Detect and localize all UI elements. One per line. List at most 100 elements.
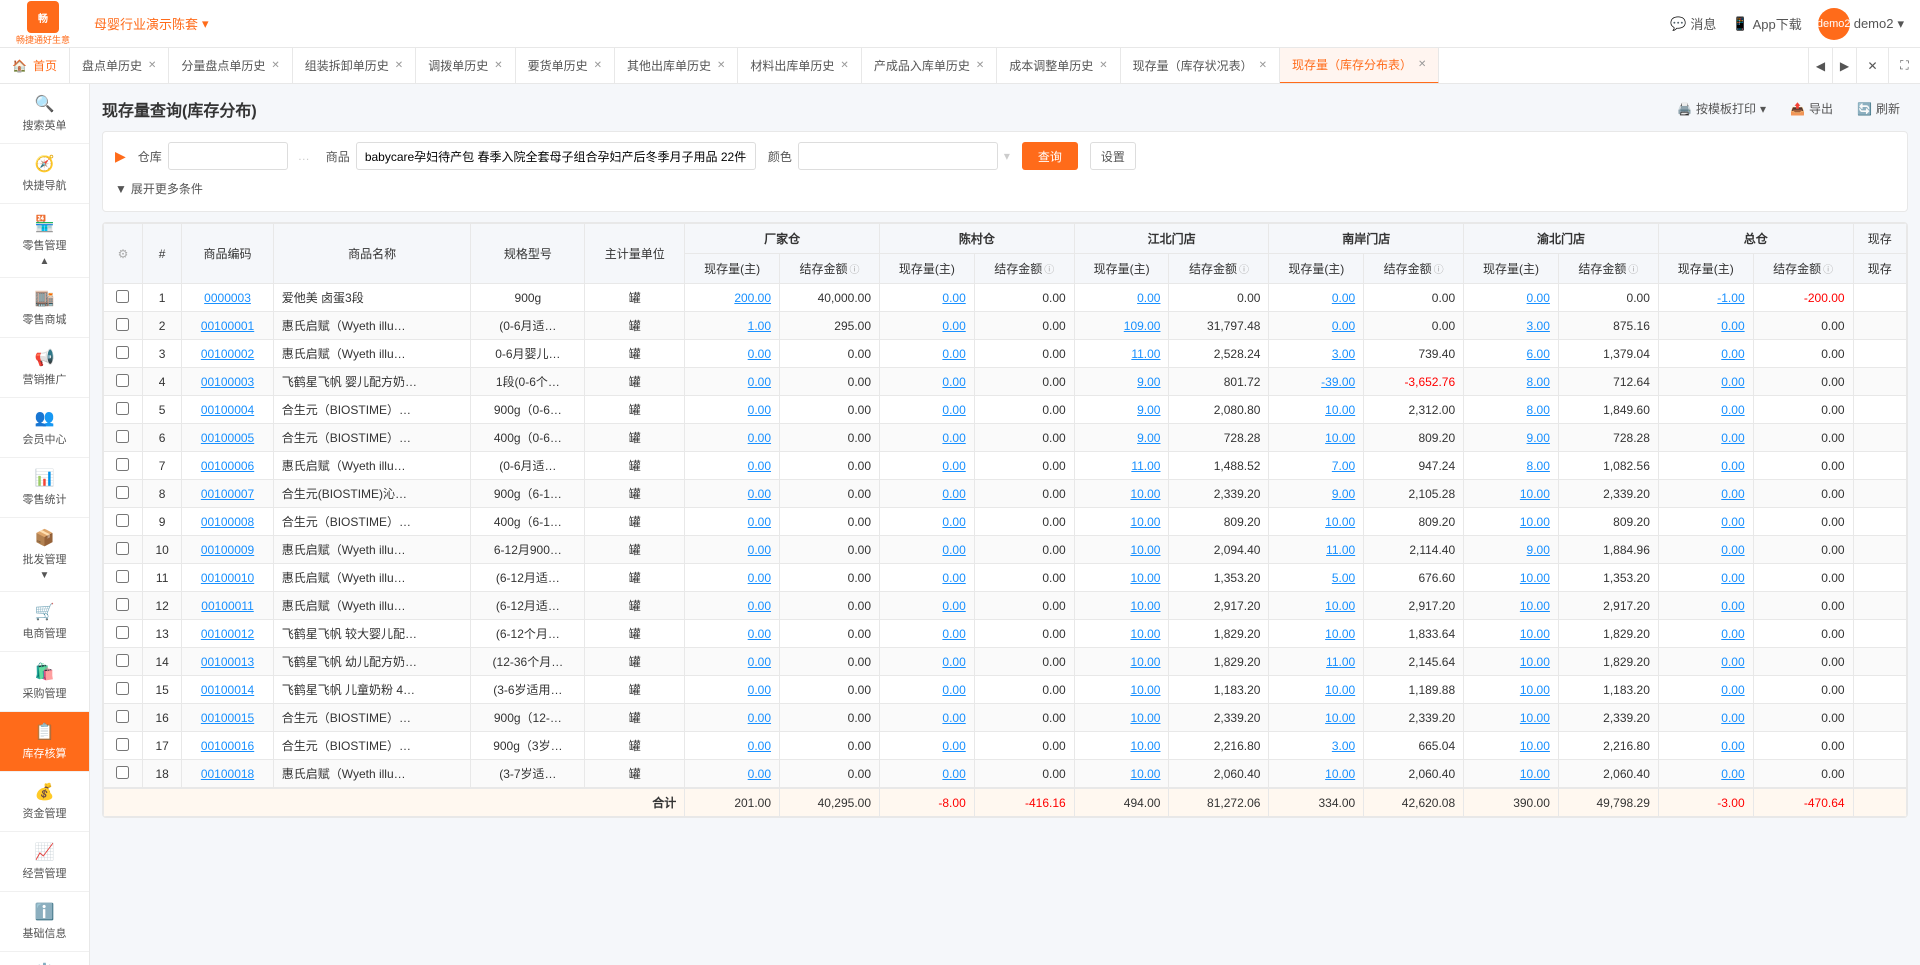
row-code[interactable]: 00100016 — [182, 732, 273, 760]
row-checkbox[interactable] — [104, 648, 143, 676]
row-f-qty[interactable]: 0.00 — [685, 396, 780, 424]
tab-close-1[interactable]: ✕ — [148, 60, 156, 71]
row-jb-qty[interactable]: 10.00 — [1074, 480, 1169, 508]
row-f-qty[interactable]: 0.00 — [685, 536, 780, 564]
row-f-qty[interactable]: 200.00 — [685, 284, 780, 312]
sidebar-item-ecommerce[interactable]: 🛒 电商管理 — [0, 592, 89, 652]
tab-11[interactable]: 现存量（库存分布表） ✕ — [1280, 48, 1439, 84]
row-c-qty[interactable]: 0.00 — [880, 620, 975, 648]
sidebar-item-retail-shop[interactable]: 🏬 零售商城 — [0, 278, 89, 338]
row-na-qty[interactable]: 10.00 — [1269, 676, 1364, 704]
row-code[interactable]: 00100013 — [182, 648, 273, 676]
row-jb-qty[interactable]: 9.00 — [1074, 396, 1169, 424]
row-f-qty[interactable]: 1.00 — [685, 312, 780, 340]
filter-expand-btn[interactable]: ▼ 展开更多条件 — [115, 176, 1895, 201]
row-c-qty[interactable]: 0.00 — [880, 312, 975, 340]
sidebar-item-members[interactable]: 👥 会员中心 — [0, 398, 89, 458]
row-yb-qty[interactable]: 9.00 — [1464, 536, 1559, 564]
row-code[interactable]: 00100004 — [182, 396, 273, 424]
row-f-qty[interactable]: 0.00 — [685, 760, 780, 789]
sidebar-item-management[interactable]: 📈 经营管理 — [0, 832, 89, 892]
sidebar-item-quicknav[interactable]: 🧭 快捷导航 — [0, 144, 89, 204]
row-code[interactable]: 00100003 — [182, 368, 273, 396]
tab-4[interactable]: 调拨单历史 ✕ — [416, 48, 515, 84]
sidebar-item-finance[interactable]: 💰 资金管理 — [0, 772, 89, 832]
row-na-qty[interactable]: 0.00 — [1269, 312, 1364, 340]
tab-close-6[interactable]: ✕ — [717, 60, 725, 71]
row-yb-qty[interactable]: 10.00 — [1464, 620, 1559, 648]
tab-close-9[interactable]: ✕ — [1099, 60, 1107, 71]
row-t-qty[interactable]: 0.00 — [1658, 312, 1753, 340]
tab-close-7[interactable]: ✕ — [840, 60, 848, 71]
row-t-qty[interactable]: 0.00 — [1658, 480, 1753, 508]
row-checkbox[interactable] — [104, 368, 143, 396]
logo[interactable]: 畅 畅捷通好生意 — [16, 1, 70, 46]
row-f-qty[interactable]: 0.00 — [685, 676, 780, 704]
row-na-qty[interactable]: -39.00 — [1269, 368, 1364, 396]
row-checkbox[interactable] — [104, 592, 143, 620]
row-c-qty[interactable]: 0.00 — [880, 508, 975, 536]
na-amt-info-icon[interactable]: ⓘ — [1434, 265, 1444, 276]
tab-8[interactable]: 产成品入库单历史 ✕ — [862, 48, 997, 84]
tab-close-8[interactable]: ✕ — [976, 60, 984, 71]
row-f-qty[interactable]: 0.00 — [685, 424, 780, 452]
app-download-btn[interactable]: 📱 App下载 — [1732, 14, 1801, 33]
tab-6[interactable]: 其他出库单历史 ✕ — [615, 48, 738, 84]
row-c-qty[interactable]: 0.00 — [880, 284, 975, 312]
row-t-qty[interactable]: 0.00 — [1658, 508, 1753, 536]
row-f-qty[interactable]: 0.00 — [685, 340, 780, 368]
user-menu[interactable]: demo2 demo2 ▾ — [1818, 8, 1904, 40]
tab-5[interactable]: 要货单历史 ✕ — [516, 48, 615, 84]
row-jb-qty[interactable]: 10.00 — [1074, 564, 1169, 592]
row-na-qty[interactable]: 10.00 — [1269, 704, 1364, 732]
row-c-qty[interactable]: 0.00 — [880, 676, 975, 704]
yb-amt-info-icon[interactable]: ⓘ — [1628, 265, 1638, 276]
tab-close-4[interactable]: ✕ — [494, 60, 502, 71]
row-yb-qty[interactable]: 3.00 — [1464, 312, 1559, 340]
row-t-qty[interactable]: 0.00 — [1658, 536, 1753, 564]
row-code[interactable]: 00100001 — [182, 312, 273, 340]
row-jb-qty[interactable]: 10.00 — [1074, 620, 1169, 648]
row-t-qty[interactable]: 0.00 — [1658, 564, 1753, 592]
color-input[interactable] — [798, 142, 998, 170]
row-yb-qty[interactable]: 6.00 — [1464, 340, 1559, 368]
row-code[interactable]: 00100008 — [182, 508, 273, 536]
row-jb-qty[interactable]: 10.00 — [1074, 508, 1169, 536]
row-yb-qty[interactable]: 8.00 — [1464, 368, 1559, 396]
row-c-qty[interactable]: 0.00 — [880, 396, 975, 424]
c-amt-info-icon[interactable]: ⓘ — [1044, 265, 1054, 276]
row-t-qty[interactable]: 0.00 — [1658, 732, 1753, 760]
row-na-qty[interactable]: 10.00 — [1269, 760, 1364, 789]
row-c-qty[interactable]: 0.00 — [880, 732, 975, 760]
sidebar-item-inventory[interactable]: 📋 库存核算 — [0, 712, 89, 772]
row-f-qty[interactable]: 0.00 — [685, 368, 780, 396]
print-btn[interactable]: 🖨️ 按模板打印 ▾ — [1669, 96, 1774, 121]
row-code[interactable]: 00100015 — [182, 704, 273, 732]
row-c-qty[interactable]: 0.00 — [880, 452, 975, 480]
jb-amt-info-icon[interactable]: ⓘ — [1239, 265, 1249, 276]
sidebar-item-retail-stats[interactable]: 📊 零售统计 — [0, 458, 89, 518]
row-code[interactable]: 0000003 — [182, 284, 273, 312]
row-yb-qty[interactable]: 10.00 — [1464, 508, 1559, 536]
row-na-qty[interactable]: 11.00 — [1269, 648, 1364, 676]
row-t-qty[interactable]: 0.00 — [1658, 368, 1753, 396]
row-f-qty[interactable]: 0.00 — [685, 732, 780, 760]
setting-btn[interactable]: 设置 — [1090, 142, 1136, 170]
search-btn[interactable]: 查询 — [1022, 142, 1078, 170]
row-checkbox[interactable] — [104, 732, 143, 760]
nav-next-btn[interactable]: ▶ — [1832, 48, 1856, 84]
row-jb-qty[interactable]: 10.00 — [1074, 732, 1169, 760]
row-checkbox[interactable] — [104, 424, 143, 452]
row-f-qty[interactable]: 0.00 — [685, 508, 780, 536]
row-code[interactable]: 00100010 — [182, 564, 273, 592]
row-f-qty[interactable]: 0.00 — [685, 564, 780, 592]
industry-selector[interactable]: 母婴行业演示陈套 ▾ — [94, 14, 209, 33]
tab-close-5[interactable]: ✕ — [594, 60, 602, 71]
row-jb-qty[interactable]: 11.00 — [1074, 340, 1169, 368]
row-jb-qty[interactable]: 9.00 — [1074, 368, 1169, 396]
row-t-qty[interactable]: 0.00 — [1658, 648, 1753, 676]
row-code[interactable]: 00100014 — [182, 676, 273, 704]
row-jb-qty[interactable]: 10.00 — [1074, 676, 1169, 704]
row-t-qty[interactable]: 0.00 — [1658, 340, 1753, 368]
row-f-qty[interactable]: 0.00 — [685, 620, 780, 648]
